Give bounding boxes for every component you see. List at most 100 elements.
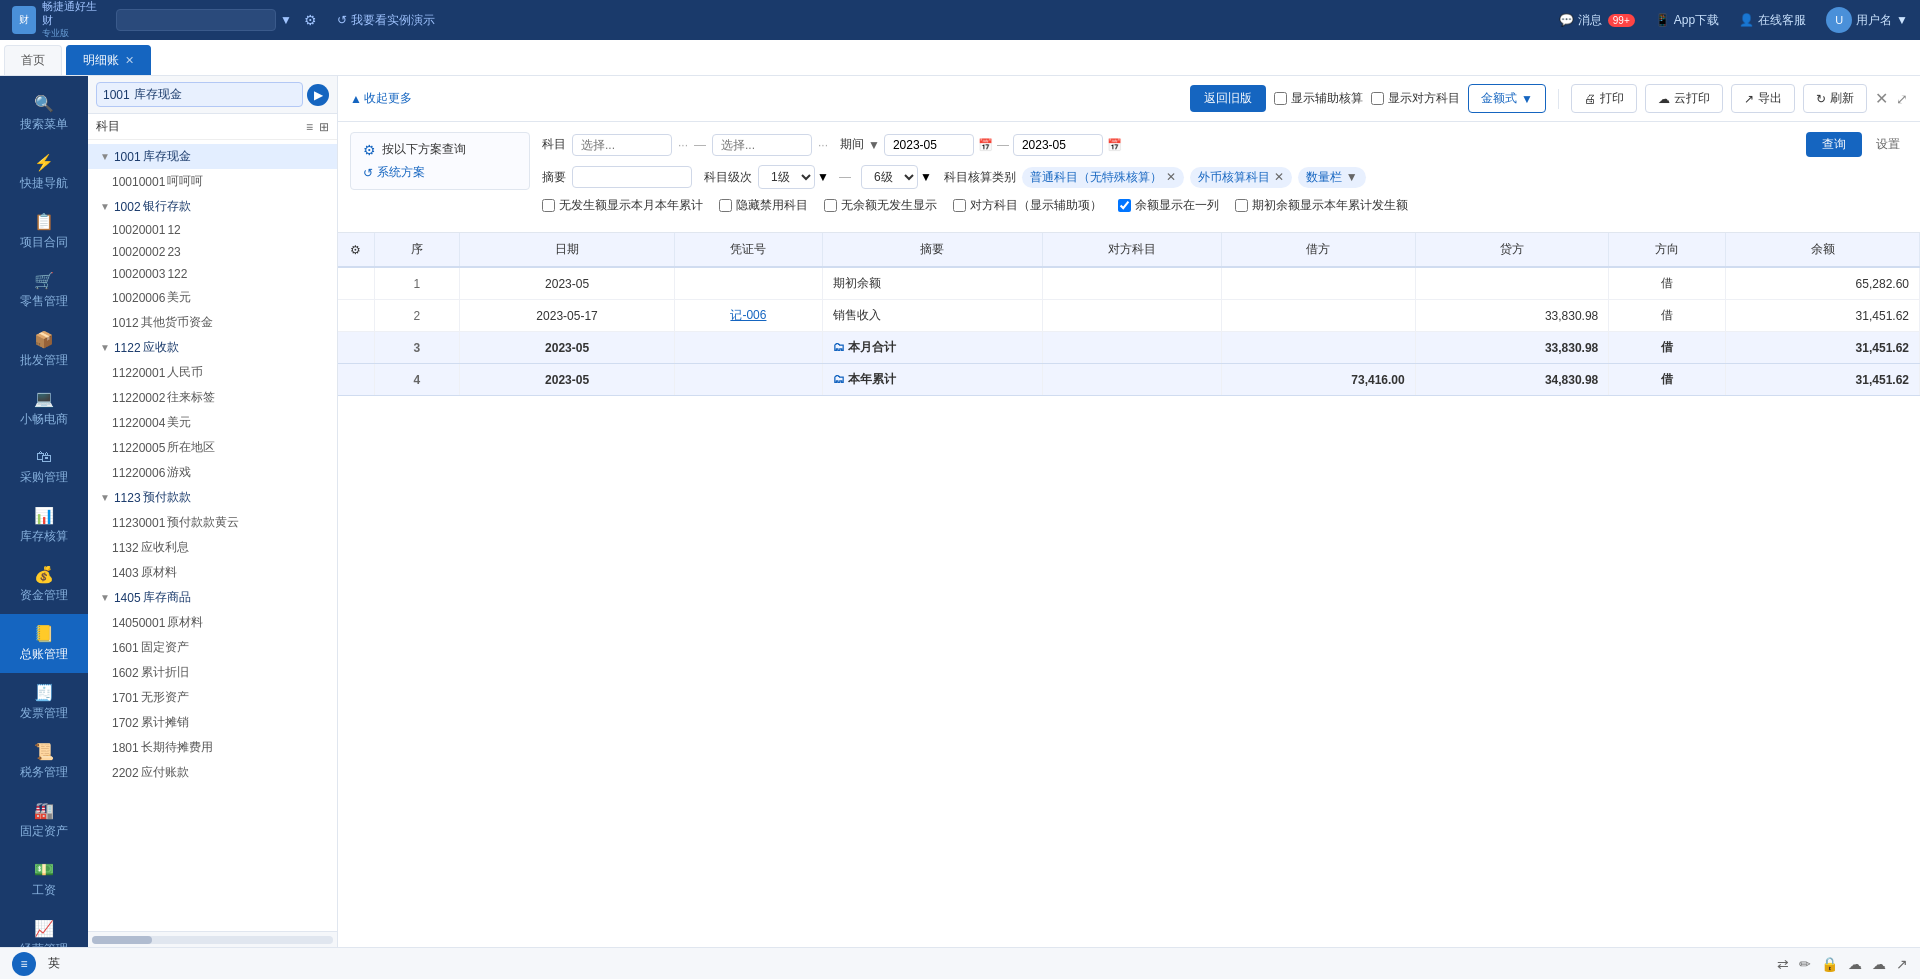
tree-item-14050001[interactable]: 14050001 原材料 bbox=[88, 610, 337, 635]
tag2-close-icon[interactable]: ✕ bbox=[1274, 170, 1284, 184]
checkbox-no-balance-show[interactable]: 无余额无发生显示 bbox=[824, 197, 937, 214]
tree-item-2202[interactable]: 2202 应付账款 bbox=[88, 760, 337, 785]
bottom-icon-5[interactable]: ☁ bbox=[1872, 956, 1886, 972]
checkbox-balance-one-col[interactable]: 余额显示在一列 bbox=[1118, 197, 1219, 214]
tree-item-10020001[interactable]: 10020001 12 bbox=[88, 219, 337, 241]
search-btn[interactable]: 查询 bbox=[1806, 132, 1862, 157]
account-selector[interactable]: 1001 库存现金 bbox=[96, 82, 303, 107]
tab-home[interactable]: 首页 bbox=[4, 45, 62, 75]
tree-item-10020006[interactable]: 10020006 美元 bbox=[88, 285, 337, 310]
sidebar-item-inventory[interactable]: 📊 库存核算 bbox=[0, 496, 88, 555]
bottom-icon-3[interactable]: 🔒 bbox=[1821, 956, 1838, 972]
tree-item-1801[interactable]: 1801 长期待摊费用 bbox=[88, 735, 337, 760]
system-scheme-label[interactable]: 系统方案 bbox=[377, 164, 425, 181]
expand-btn[interactable]: ⤢ bbox=[1896, 91, 1908, 107]
tree-item-1405[interactable]: ▼ 1405 库存商品 bbox=[88, 585, 337, 610]
user-menu[interactable]: U 用户名 ▼ bbox=[1826, 7, 1908, 33]
filter-settings-btn[interactable]: 设置 bbox=[1868, 132, 1908, 157]
sidebar-item-ops[interactable]: 📈 经营管理 bbox=[0, 909, 88, 947]
tree-item-10020003[interactable]: 10020003 122 bbox=[88, 263, 337, 285]
tree-item-1122[interactable]: ▼ 1122 应收款 bbox=[88, 335, 337, 360]
tree-item-10010001[interactable]: 10010001 呵呵呵 bbox=[88, 169, 337, 194]
tab-close-icon[interactable]: ✕ bbox=[125, 54, 134, 67]
show-aux-checkbox[interactable]: 显示辅助核算 bbox=[1274, 90, 1363, 107]
message-btn[interactable]: 💬 消息 99+ bbox=[1559, 12, 1635, 29]
sidebar-item-quick-nav[interactable]: ⚡ 快捷导航 bbox=[0, 143, 88, 202]
tree-item-1403[interactable]: 1403 原材料 bbox=[88, 560, 337, 585]
checkbox-opposite-subject[interactable]: 对方科目（显示辅助项） bbox=[953, 197, 1102, 214]
tree-item-11220006[interactable]: 11220006 游戏 bbox=[88, 460, 337, 485]
cloud-print-btn[interactable]: ☁ 云打印 bbox=[1645, 84, 1723, 113]
more-btn[interactable]: ▲ 收起更多 bbox=[350, 90, 412, 107]
period-calendar-icon[interactable]: 📅 bbox=[978, 138, 993, 152]
sidebar-item-ecomm[interactable]: 💻 小畅电商 bbox=[0, 379, 88, 438]
app-download-btn[interactable]: 📱 App下载 bbox=[1655, 12, 1719, 29]
bottom-icon-6[interactable]: ↗ bbox=[1896, 956, 1908, 972]
col-settings[interactable]: ⚙ bbox=[338, 233, 374, 267]
tree-item-11220004[interactable]: 11220004 美元 bbox=[88, 410, 337, 435]
tag1-close-icon[interactable]: ✕ bbox=[1166, 170, 1176, 184]
sidebar-item-project-contract[interactable]: 📋 项目合同 bbox=[0, 202, 88, 261]
checkbox-no-balance[interactable]: 无发生额显示本月本年累计 bbox=[542, 197, 703, 214]
lang-toggle[interactable]: 英 bbox=[48, 955, 60, 972]
tree-item-1602[interactable]: 1602 累计折旧 bbox=[88, 660, 337, 685]
subject-input-to[interactable] bbox=[712, 134, 812, 156]
period-to-input[interactable] bbox=[1013, 134, 1103, 156]
sidebar-item-search-menu[interactable]: 🔍 搜索菜单 bbox=[0, 84, 88, 143]
tree-item-11230001[interactable]: 11230001 预付款款黄云 bbox=[88, 510, 337, 535]
bottom-icon-2[interactable]: ✏ bbox=[1799, 956, 1811, 972]
bottom-primary-btn[interactable]: ≡ bbox=[12, 952, 36, 976]
sidebar-item-fund[interactable]: 💰 资金管理 bbox=[0, 555, 88, 614]
return-old-btn[interactable]: 返回旧版 bbox=[1190, 85, 1266, 112]
topbar-dropdown-icon[interactable]: ▼ bbox=[280, 13, 292, 27]
quantity-tag-close-icon[interactable]: ▼ bbox=[1346, 170, 1358, 184]
tree-icon-list[interactable]: ≡ bbox=[306, 120, 313, 134]
refresh-btn[interactable]: ↻ 刷新 bbox=[1803, 84, 1867, 113]
tree-item-11220001[interactable]: 11220001 人民币 bbox=[88, 360, 337, 385]
sidebar-item-retail[interactable]: 🛒 零售管理 bbox=[0, 261, 88, 320]
demo-link[interactable]: ↺ 我要看实例演示 bbox=[337, 12, 435, 29]
voucher-link[interactable]: 记-006 bbox=[730, 308, 766, 322]
topbar-settings-icon[interactable]: ⚙ bbox=[304, 12, 317, 28]
tree-item-11220005[interactable]: 11220005 所在地区 bbox=[88, 435, 337, 460]
bottom-icon-4[interactable]: ☁ bbox=[1848, 956, 1862, 972]
topbar-search-input[interactable] bbox=[116, 9, 276, 31]
period-from-input[interactable] bbox=[884, 134, 974, 156]
sidebar-item-general-ledger[interactable]: 📒 总账管理 bbox=[0, 614, 88, 673]
tree-item-1601[interactable]: 1601 固定资产 bbox=[88, 635, 337, 660]
online-service-btn[interactable]: 👤 在线客服 bbox=[1739, 12, 1806, 29]
tree-item-1702[interactable]: 1702 累计摊销 bbox=[88, 710, 337, 735]
sidebar-item-invoice[interactable]: 🧾 发票管理 bbox=[0, 673, 88, 732]
checkbox-opening-balance[interactable]: 期初余额显示本年累计发生额 bbox=[1235, 197, 1408, 214]
tree-item-1002[interactable]: ▼ 1002 银行存款 bbox=[88, 194, 337, 219]
tree-icon-expand[interactable]: ⊞ bbox=[319, 120, 329, 134]
tree-item-1132[interactable]: 1132 应收利息 bbox=[88, 535, 337, 560]
tree-item-1012[interactable]: 1012 其他货币资金 bbox=[88, 310, 337, 335]
sidebar-item-wholesale[interactable]: 📦 批发管理 bbox=[0, 320, 88, 379]
tree-item-11220002[interactable]: 11220002 往来标签 bbox=[88, 385, 337, 410]
sidebar-item-purchase[interactable]: 🛍 采购管理 bbox=[0, 438, 88, 496]
amount-format-btn[interactable]: 金额式 ▼ bbox=[1468, 84, 1546, 113]
collapse-icon: ▼ bbox=[100, 151, 110, 162]
sidebar-item-fixed-assets[interactable]: 🏭 固定资产 bbox=[0, 791, 88, 850]
show-opposite-checkbox[interactable]: 显示对方科目 bbox=[1371, 90, 1460, 107]
account-nav-btn[interactable]: ▶ bbox=[307, 84, 329, 106]
tree-item-1001[interactable]: ▼ 1001 库存现金 bbox=[88, 144, 337, 169]
print-btn[interactable]: 🖨 打印 bbox=[1571, 84, 1637, 113]
tree-item-1123[interactable]: ▼ 1123 预付款款 bbox=[88, 485, 337, 510]
tab-detail[interactable]: 明细账 ✕ bbox=[66, 45, 151, 75]
subject-input[interactable] bbox=[572, 134, 672, 156]
tree-item-10020002[interactable]: 10020002 23 bbox=[88, 241, 337, 263]
horizontal-scrollbar[interactable] bbox=[92, 936, 333, 944]
checkbox-hide-disabled[interactable]: 隐藏禁用科目 bbox=[719, 197, 808, 214]
subject-level-to-select[interactable]: 6级1级 bbox=[861, 165, 918, 189]
close-btn[interactable]: ✕ bbox=[1875, 89, 1888, 108]
tree-item-1701[interactable]: 1701 无形资产 bbox=[88, 685, 337, 710]
summary-input[interactable] bbox=[572, 166, 692, 188]
subject-level-from-select[interactable]: 1级2级3级 bbox=[758, 165, 815, 189]
sidebar-item-salary[interactable]: 💵 工资 bbox=[0, 850, 88, 909]
export-btn[interactable]: ↗ 导出 bbox=[1731, 84, 1795, 113]
period-calendar2-icon[interactable]: 📅 bbox=[1107, 138, 1122, 152]
bottom-icon-1[interactable]: ⇄ bbox=[1777, 956, 1789, 972]
sidebar-item-tax[interactable]: 📜 税务管理 bbox=[0, 732, 88, 791]
